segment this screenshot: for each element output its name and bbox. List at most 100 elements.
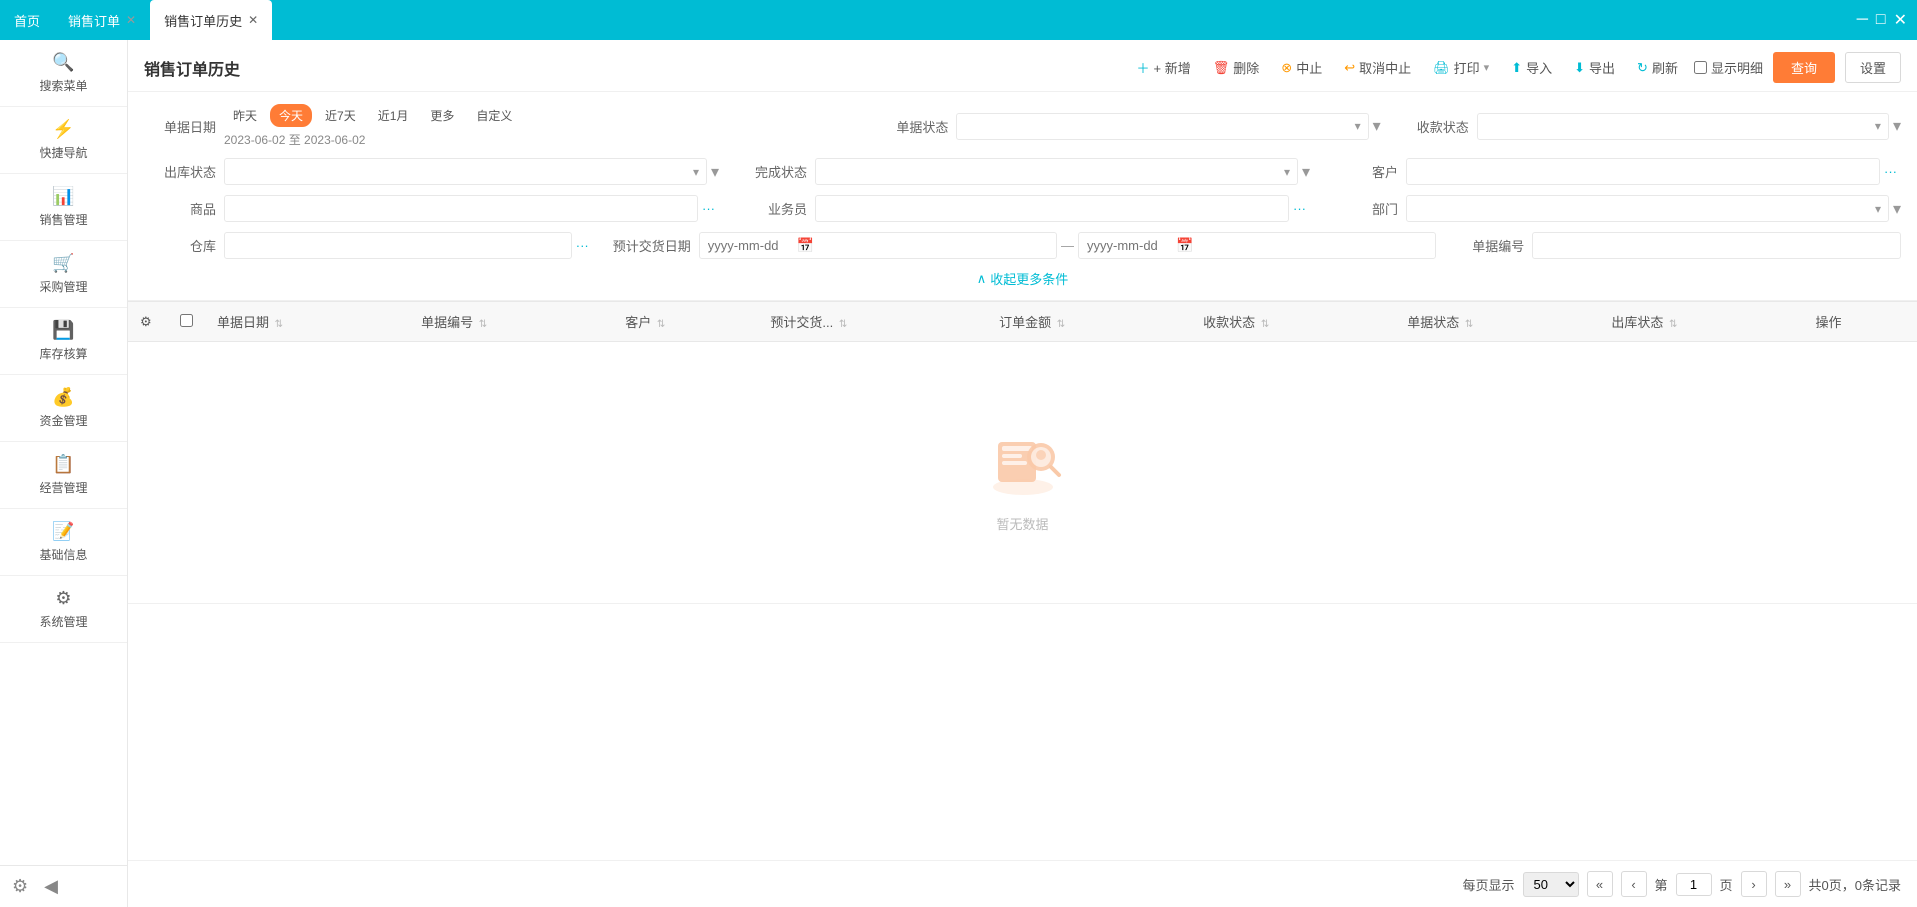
- th-receipt-status-label: 收款状态: [1203, 315, 1255, 330]
- tab-sales-order-history[interactable]: 销售订单历史 ✕: [150, 0, 272, 40]
- filter-row-3: 商品 ··· 业务员 ··· 部门 ▾: [144, 195, 1901, 222]
- stop-button[interactable]: ⊗ 中止: [1275, 54, 1328, 81]
- stop-label: 中止: [1296, 58, 1322, 77]
- next-page-button[interactable]: ›: [1741, 871, 1767, 897]
- select-all-checkbox[interactable]: [180, 314, 193, 327]
- setting-button[interactable]: 设置: [1845, 52, 1901, 83]
- sidebar-collapse-icon[interactable]: ◀: [44, 876, 58, 897]
- quick-nav-icon: ⚡: [52, 119, 74, 140]
- print-button[interactable]: 🖨 打印 ▾: [1427, 54, 1495, 81]
- print-icon: 🖨: [1433, 60, 1450, 76]
- current-page-input[interactable]: [1676, 873, 1712, 896]
- query-button[interactable]: 查询: [1773, 52, 1835, 83]
- salesperson-input[interactable]: [815, 195, 1289, 222]
- bill-number-input[interactable]: [1532, 232, 1901, 259]
- complete-status-dropdown-icon[interactable]: ▾: [1302, 162, 1310, 182]
- th-bill-date-sort[interactable]: ⇅: [275, 319, 283, 330]
- th-expected-delivery-sort[interactable]: ⇅: [839, 319, 847, 330]
- th-receipt-status[interactable]: 收款状态 ⇅: [1191, 302, 1395, 342]
- th-bill-status-label: 单据状态: [1407, 315, 1459, 330]
- sidebar-setting-icon[interactable]: ⚙: [12, 876, 28, 897]
- th-bill-status[interactable]: 单据状态 ⇅: [1395, 302, 1599, 342]
- goods-ellipsis-icon[interactable]: ···: [698, 201, 719, 216]
- date-separator: —: [1061, 238, 1074, 253]
- bill-status-dropdown-icon[interactable]: ▾: [1373, 116, 1381, 136]
- receipt-status-select[interactable]: [1477, 113, 1889, 140]
- date-btn-yesterday[interactable]: 昨天: [224, 104, 266, 127]
- th-bill-number-sort[interactable]: ⇅: [479, 319, 487, 330]
- cancel-stop-button[interactable]: ↩ 取消中止: [1338, 54, 1417, 81]
- outbound-status-select[interactable]: [224, 158, 707, 185]
- sidebar-item-inventory[interactable]: 💾 库存核算: [0, 308, 127, 375]
- sidebar-item-purchase-mgmt[interactable]: 🛒 采购管理: [0, 241, 127, 308]
- th-bill-status-sort[interactable]: ⇅: [1465, 319, 1473, 330]
- th-receipt-status-sort[interactable]: ⇅: [1261, 319, 1269, 330]
- close-icon[interactable]: ✕: [1894, 10, 1907, 30]
- minimize-icon[interactable]: ─: [1857, 11, 1868, 29]
- new-button[interactable]: ＋ + 新增: [1131, 54, 1197, 81]
- complete-status-field: ▾: [815, 158, 1310, 185]
- collapse-btn[interactable]: ∧ 收起更多条件: [144, 269, 1901, 288]
- sidebar-item-quick-nav[interactable]: ⚡ 快捷导航: [0, 107, 127, 174]
- sidebar-item-basic-info[interactable]: 📝 基础信息: [0, 509, 127, 576]
- sidebar-item-search-menu[interactable]: 🔍 搜索菜单: [0, 40, 127, 107]
- bill-status-select[interactable]: [956, 113, 1368, 140]
- receipt-status-dropdown-icon[interactable]: ▾: [1893, 116, 1901, 136]
- warehouse-input[interactable]: [224, 232, 572, 259]
- th-checkbox[interactable]: [168, 302, 205, 342]
- th-bill-date[interactable]: 单据日期 ⇅: [205, 302, 409, 342]
- import-button[interactable]: ⬆ 导入: [1505, 54, 1558, 81]
- page-size-select[interactable]: 50 10 20 100: [1523, 872, 1579, 897]
- th-gear[interactable]: ⚙: [128, 302, 168, 342]
- date-btn-today[interactable]: 今天: [270, 104, 312, 127]
- tab-sales-order-history-close[interactable]: ✕: [248, 13, 258, 27]
- dept-select[interactable]: [1406, 195, 1889, 222]
- date-btn-custom[interactable]: 自定义: [467, 104, 521, 127]
- delete-button[interactable]: 🗑 删除: [1207, 54, 1266, 81]
- th-customer-sort[interactable]: ⇅: [657, 319, 665, 330]
- bill-status-field: ▾: [956, 113, 1380, 140]
- customer-ellipsis-icon[interactable]: ···: [1880, 164, 1901, 179]
- goods-input[interactable]: [224, 195, 698, 222]
- date-to-input[interactable]: [1087, 238, 1172, 253]
- date-btn-1month[interactable]: 近1月: [369, 104, 418, 127]
- show-detail-checkbox[interactable]: [1694, 61, 1707, 74]
- calendar-to-icon[interactable]: 📅: [1176, 237, 1193, 254]
- th-bill-number[interactable]: 单据编号 ⇅: [409, 302, 613, 342]
- first-page-button[interactable]: «: [1587, 871, 1613, 897]
- th-customer[interactable]: 客户 ⇅: [613, 302, 758, 342]
- warehouse-ellipsis-icon[interactable]: ···: [572, 238, 593, 253]
- prev-page-button[interactable]: ‹: [1621, 871, 1647, 897]
- th-outbound-status[interactable]: 出库状态 ⇅: [1599, 302, 1803, 342]
- complete-status-select[interactable]: [815, 158, 1298, 185]
- customer-input[interactable]: [1406, 158, 1880, 185]
- sidebar-item-finance-mgmt[interactable]: 💰 资金管理: [0, 375, 127, 442]
- dept-dropdown-icon[interactable]: ▾: [1893, 199, 1901, 219]
- th-order-amount-sort[interactable]: ⇅: [1057, 319, 1065, 330]
- sidebar-item-sales-mgmt[interactable]: 📊 销售管理: [0, 174, 127, 241]
- date-btn-7days[interactable]: 近7天: [316, 104, 365, 127]
- th-customer-label: 客户: [625, 315, 651, 330]
- calendar-from-icon[interactable]: 📅: [797, 237, 814, 254]
- tab-sales-order[interactable]: 销售订单 ✕: [54, 0, 150, 40]
- sidebar-item-ops-mgmt[interactable]: 📋 经营管理: [0, 442, 127, 509]
- th-expected-delivery[interactable]: 预计交货... ⇅: [758, 302, 987, 342]
- basic-info-icon: 📝: [52, 521, 74, 542]
- tab-sales-order-close[interactable]: ✕: [126, 13, 136, 27]
- th-outbound-status-sort[interactable]: ⇅: [1669, 319, 1677, 330]
- date-btn-more[interactable]: 更多: [421, 104, 463, 127]
- maximize-icon[interactable]: □: [1876, 11, 1886, 29]
- outbound-status-dropdown-icon[interactable]: ▾: [711, 162, 719, 182]
- sidebar-item-system-mgmt[interactable]: ⚙ 系统管理: [0, 576, 127, 643]
- print-dropdown-icon[interactable]: ▾: [1484, 61, 1490, 74]
- last-page-button[interactable]: »: [1775, 871, 1801, 897]
- export-button[interactable]: ⬇ 导出: [1568, 54, 1621, 81]
- date-from-input[interactable]: [708, 238, 793, 253]
- refresh-button[interactable]: ↻ 刷新: [1631, 54, 1684, 81]
- sidebar-item-finance-mgmt-label: 资金管理: [39, 412, 87, 429]
- th-order-amount[interactable]: 订单金额 ⇅: [987, 302, 1191, 342]
- import-icon: ⬆: [1511, 60, 1522, 76]
- tab-home[interactable]: 首页: [0, 0, 54, 40]
- prev-page-icon: ‹: [1631, 877, 1635, 892]
- salesperson-ellipsis-icon[interactable]: ···: [1289, 201, 1310, 216]
